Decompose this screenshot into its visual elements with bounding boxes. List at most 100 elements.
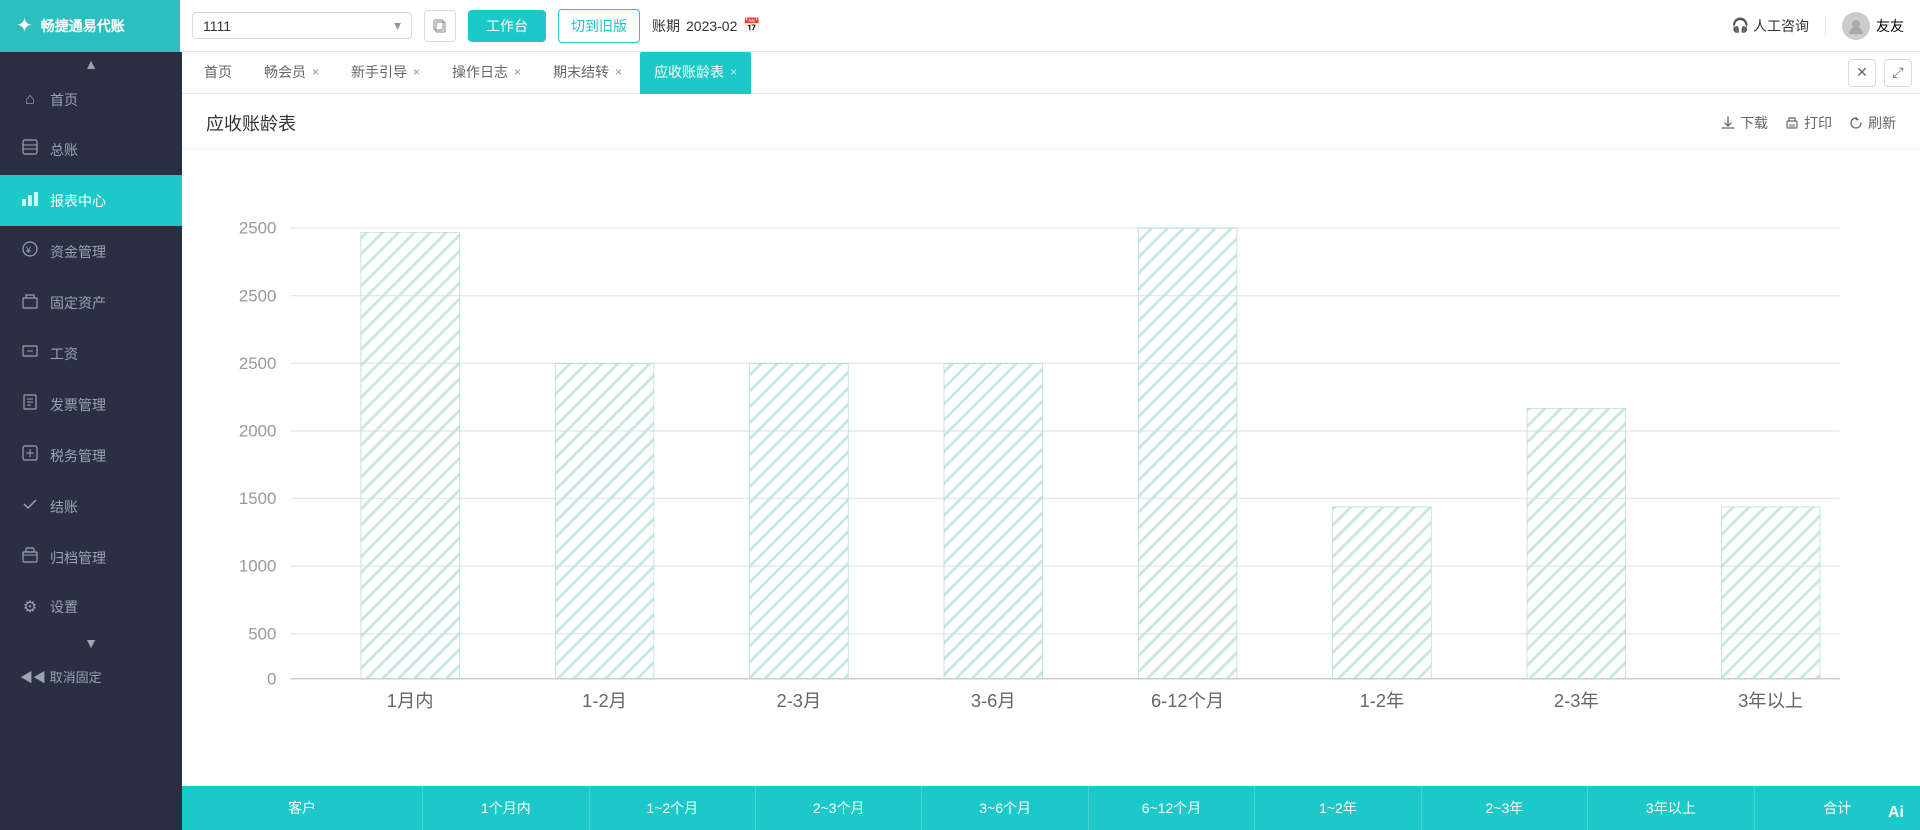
col-3year-plus: 3年以上 bbox=[1588, 786, 1754, 830]
sidebar-item-checkout[interactable]: 结账 bbox=[0, 481, 182, 532]
sidebar-item-home[interactable]: ⌂ 首页 bbox=[0, 76, 182, 124]
svg-text:2-3月: 2-3月 bbox=[777, 690, 822, 711]
sidebar-item-reports[interactable]: 报表中心 bbox=[0, 175, 182, 226]
svg-text:6-12个月: 6-12个月 bbox=[1151, 690, 1224, 711]
header-right: 🎧 人工咨询 友友 bbox=[1732, 12, 1904, 40]
svg-text:1500: 1500 bbox=[239, 489, 277, 508]
workbench-button[interactable]: 工作台 bbox=[468, 10, 546, 42]
sidebar-item-settings[interactable]: ⚙ 设置 bbox=[0, 583, 182, 631]
sidebar-item-funds[interactable]: ¥ 资金管理 bbox=[0, 226, 182, 277]
company-selector[interactable]: 1111 ▾ bbox=[192, 12, 412, 39]
bar-2-3年 bbox=[1527, 408, 1626, 678]
sidebar-label-invoice: 发票管理 bbox=[50, 395, 106, 415]
svg-text:3-6月: 3-6月 bbox=[971, 690, 1016, 711]
sidebar-item-tax[interactable]: 税务管理 bbox=[0, 430, 182, 481]
tab-period-close-close[interactable]: × bbox=[615, 65, 622, 79]
switch-version-button[interactable]: 切到旧版 bbox=[558, 9, 640, 43]
tab-bar: 首页 畅会员 × 新手引导 × 操作日志 × 期末结转 × 应收账龄表 × bbox=[182, 52, 1920, 94]
sidebar-scroll-down[interactable]: ▼ bbox=[0, 631, 182, 655]
copy-icon bbox=[432, 18, 448, 34]
sidebar-item-archive[interactable]: 归档管理 bbox=[0, 532, 182, 583]
tab-guide-close[interactable]: × bbox=[413, 65, 420, 79]
chevron-down-icon: ▾ bbox=[394, 17, 401, 34]
bar-2-3月 bbox=[750, 363, 849, 678]
svg-text:500: 500 bbox=[248, 624, 276, 643]
sidebar-scroll-up[interactable]: ▲ bbox=[0, 52, 182, 76]
sidebar-label-checkout: 结账 bbox=[50, 497, 78, 517]
refresh-button[interactable]: 刷新 bbox=[1848, 113, 1896, 133]
tab-log[interactable]: 操作日志 × bbox=[438, 52, 535, 94]
close-all-tabs-button[interactable]: ✕ bbox=[1848, 59, 1876, 87]
archive-icon bbox=[20, 546, 40, 569]
cancel-fixed-label: ◀◀ 取消固定 bbox=[20, 667, 102, 686]
tab-bar-right: ✕ ⤢ bbox=[1848, 59, 1912, 87]
tab-member[interactable]: 畅会员 × bbox=[250, 52, 333, 94]
sidebar-item-salary[interactable]: 工资 bbox=[0, 328, 182, 379]
col-1-2year: 1~2年 bbox=[1255, 786, 1421, 830]
svg-text:2000: 2000 bbox=[239, 422, 277, 441]
svg-text:1月内: 1月内 bbox=[387, 690, 434, 711]
avatar bbox=[1842, 12, 1870, 40]
svg-text:0: 0 bbox=[267, 669, 276, 688]
copy-button[interactable] bbox=[424, 10, 456, 42]
download-button[interactable]: 下载 bbox=[1720, 113, 1768, 133]
bar-1-2月 bbox=[555, 363, 654, 678]
sidebar-item-ledger[interactable]: 总账 bbox=[0, 124, 182, 175]
sidebar-label-tax: 税务管理 bbox=[50, 446, 106, 466]
tab-aging[interactable]: 应收账龄表 × bbox=[640, 52, 751, 94]
sidebar-label-settings: 设置 bbox=[50, 597, 78, 617]
svg-text:1-2年: 1-2年 bbox=[1360, 690, 1405, 711]
svg-text:¥: ¥ bbox=[25, 245, 32, 255]
ledger-icon bbox=[20, 138, 40, 161]
assets-icon bbox=[20, 291, 40, 314]
print-button[interactable]: 打印 bbox=[1784, 113, 1832, 133]
period-label: 账期 bbox=[652, 16, 680, 36]
page-title: 应收账龄表 bbox=[206, 110, 296, 136]
tab-log-label: 操作日志 bbox=[452, 62, 508, 82]
tab-member-close[interactable]: × bbox=[312, 65, 319, 79]
refresh-icon bbox=[1848, 115, 1864, 131]
page-content: 应收账龄表 下载 bbox=[182, 94, 1920, 830]
period-value: 2023-02 bbox=[686, 18, 737, 34]
bar-1-2年 bbox=[1333, 507, 1432, 679]
svg-text:2500: 2500 bbox=[239, 219, 277, 238]
tab-log-close[interactable]: × bbox=[514, 65, 521, 79]
cancel-fixed-button[interactable]: ◀◀ 取消固定 bbox=[0, 655, 182, 698]
calendar-icon[interactable]: 📅 bbox=[743, 17, 760, 34]
tab-home[interactable]: 首页 bbox=[190, 52, 246, 94]
invoice-icon bbox=[20, 393, 40, 416]
col-1month: 1个月内 bbox=[423, 786, 589, 830]
settings-icon: ⚙ bbox=[20, 597, 40, 617]
col-1-2month: 1~2个月 bbox=[590, 786, 756, 830]
company-name: 1111 bbox=[203, 18, 388, 34]
sidebar: ▲ ⌂ 首页 总账 报表中心 bbox=[0, 52, 182, 830]
tab-guide[interactable]: 新手引导 × bbox=[337, 52, 434, 94]
sidebar-label-assets: 固定资产 bbox=[50, 293, 106, 313]
headset-icon: 🎧 bbox=[1732, 17, 1749, 34]
ai-badge[interactable]: Ai bbox=[1872, 796, 1920, 830]
consult-button[interactable]: 🎧 人工咨询 bbox=[1732, 16, 1809, 36]
reports-icon bbox=[20, 189, 40, 212]
tax-icon bbox=[20, 444, 40, 467]
bar-3年以上 bbox=[1721, 507, 1820, 679]
checkout-icon bbox=[20, 495, 40, 518]
content-area: 首页 畅会员 × 新手引导 × 操作日志 × 期末结转 × 应收账龄表 × bbox=[182, 52, 1920, 830]
tab-aging-close[interactable]: × bbox=[730, 65, 737, 79]
funds-icon: ¥ bbox=[20, 240, 40, 263]
svg-text:1000: 1000 bbox=[239, 557, 277, 576]
sidebar-item-assets[interactable]: 固定资产 bbox=[0, 277, 182, 328]
print-icon bbox=[1784, 115, 1800, 131]
svg-text:2-3年: 2-3年 bbox=[1554, 690, 1599, 711]
tab-period-close[interactable]: 期末结转 × bbox=[539, 52, 636, 94]
chart-area: 2500 2500 2500 2000 1500 1000 500 0 bbox=[182, 149, 1920, 786]
logo-area: ✦ 畅捷通易代账 bbox=[0, 0, 180, 52]
tab-aging-label: 应收账龄表 bbox=[654, 62, 724, 82]
col-2-3year: 2~3年 bbox=[1422, 786, 1588, 830]
svg-text:1-2月: 1-2月 bbox=[582, 690, 627, 711]
expand-tab-button[interactable]: ⤢ bbox=[1884, 59, 1912, 87]
sidebar-item-invoice[interactable]: 发票管理 bbox=[0, 379, 182, 430]
user-area[interactable]: 友友 bbox=[1842, 12, 1904, 40]
download-label: 下载 bbox=[1740, 113, 1768, 133]
tab-guide-label: 新手引导 bbox=[351, 62, 407, 82]
consult-label: 人工咨询 bbox=[1753, 16, 1809, 36]
